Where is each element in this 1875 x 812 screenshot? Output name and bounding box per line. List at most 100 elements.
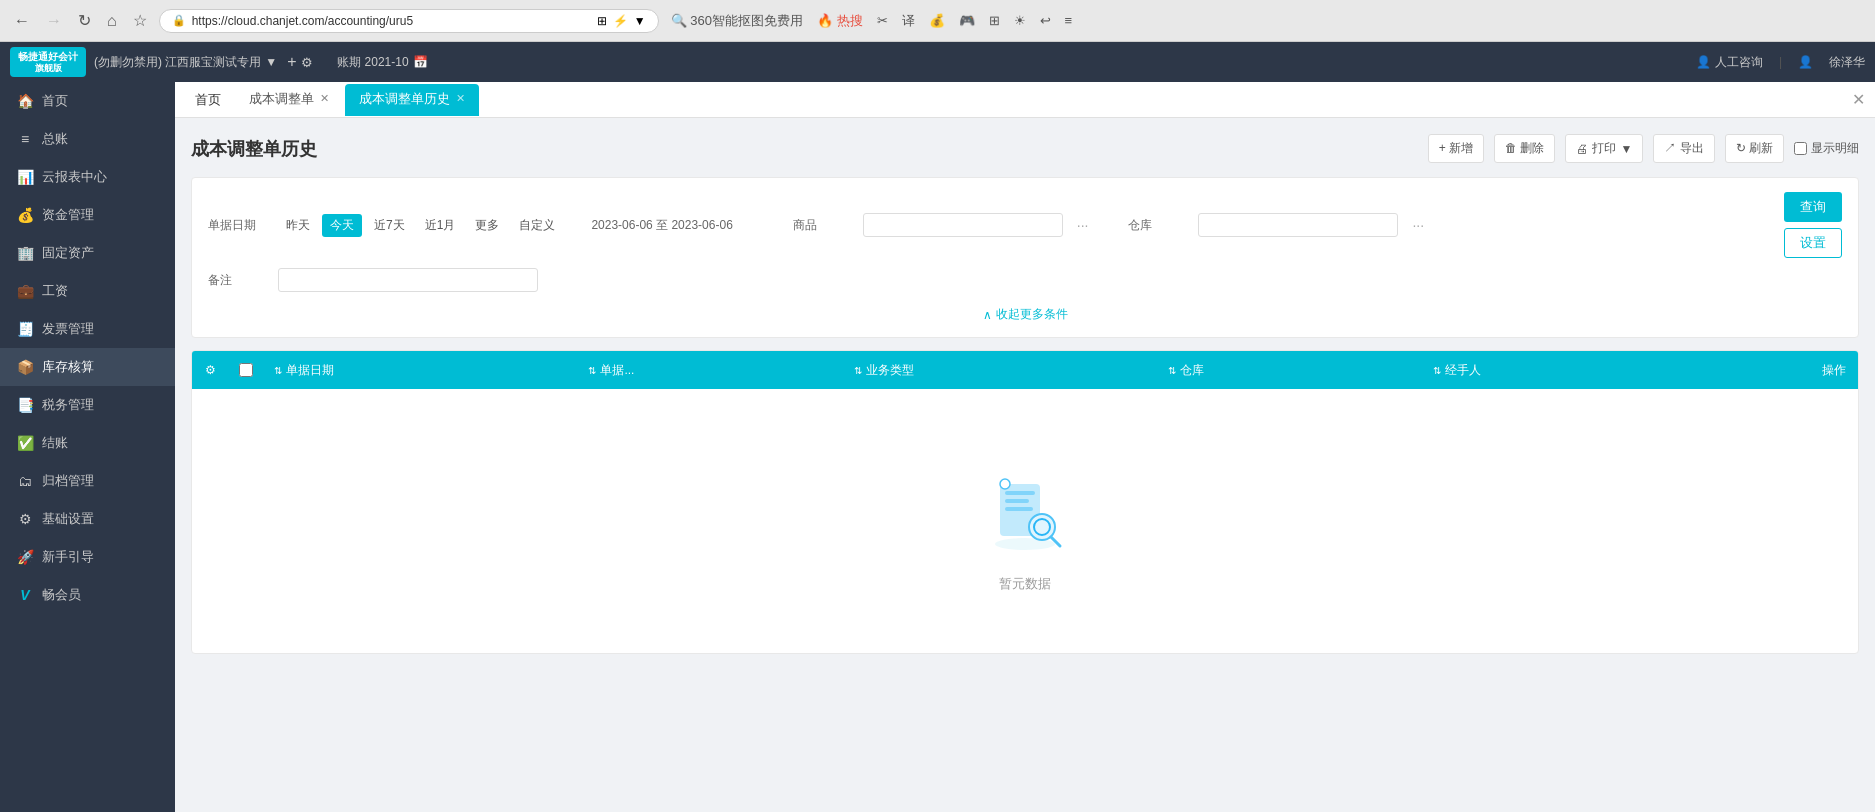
- sidebar-item-member[interactable]: V 畅会员: [0, 576, 175, 614]
- sidebar-label-salary: 工资: [42, 282, 68, 300]
- sidebar-item-archive[interactable]: 🗂 归档管理: [0, 462, 175, 500]
- sort-icon-biz-type: ⇅: [854, 365, 862, 376]
- brightness-tool[interactable]: ☀: [1010, 11, 1030, 30]
- select-all-checkbox[interactable]: [239, 363, 253, 377]
- sidebar-item-inventory[interactable]: 📦 库存核算: [0, 348, 175, 386]
- company-dropdown[interactable]: ▼: [265, 55, 277, 69]
- sidebar-item-guide[interactable]: 🚀 新手引导: [0, 538, 175, 576]
- consult-btn[interactable]: 👤 人工咨询: [1696, 54, 1763, 71]
- data-table: ⚙ ⇅ 单据日期 ⇅ 单据... ⇅ 业务类型: [191, 350, 1859, 654]
- hot-search[interactable]: 🔥 热搜: [813, 10, 867, 32]
- setting-button[interactable]: 设置: [1784, 228, 1842, 258]
- th-warehouse-label: 仓库: [1180, 362, 1204, 379]
- calendar-icon[interactable]: 📅: [413, 55, 428, 69]
- menu-tool[interactable]: ≡: [1061, 11, 1077, 30]
- sidebar-item-reports[interactable]: 📊 云报表中心: [0, 158, 175, 196]
- goods-input[interactable]: [863, 213, 1063, 237]
- consult-icon: 👤: [1696, 55, 1711, 69]
- sidebar-label-archive: 归档管理: [42, 472, 94, 490]
- sidebar-label-reports: 云报表中心: [42, 168, 107, 186]
- tab-home[interactable]: 首页: [185, 85, 231, 115]
- wallet-tool[interactable]: 💰: [925, 11, 949, 30]
- back-button[interactable]: ←: [10, 10, 34, 32]
- tab-cost-adjust[interactable]: 成本调整单 ✕: [235, 84, 343, 116]
- app-header: 畅捷通好会计 旗舰版 (勿删勿禁用) 江西服宝测试专用 ▼ + ⚙ 账期 202…: [0, 42, 1875, 82]
- date-tab-today[interactable]: 今天: [322, 214, 362, 237]
- th-settings[interactable]: ⚙: [192, 363, 228, 377]
- logo-bottom-text: 旗舰版: [35, 63, 62, 74]
- checkout-icon: ✅: [16, 435, 34, 451]
- search-tool[interactable]: 🔍 360智能抠图免费用: [667, 10, 807, 32]
- goods-more-icon[interactable]: ···: [1077, 217, 1089, 233]
- th-warehouse[interactable]: ⇅ 仓库: [1158, 362, 1423, 379]
- th-date[interactable]: ⇅ 单据日期: [264, 362, 578, 379]
- date-tab-7days[interactable]: 近7天: [366, 214, 413, 237]
- svg-rect-3: [1005, 499, 1029, 503]
- url-text: https://cloud.chanjet.com/accounting/uru…: [192, 14, 591, 28]
- th-handler[interactable]: ⇅ 经手人: [1423, 362, 1688, 379]
- th-biz-type[interactable]: ⇅ 业务类型: [844, 362, 1158, 379]
- warehouse-more-icon[interactable]: ···: [1412, 217, 1424, 233]
- print-button[interactable]: 🖨 打印 ▼: [1565, 134, 1643, 163]
- th-check[interactable]: [228, 363, 264, 377]
- note-input[interactable]: [278, 268, 538, 292]
- show-detail-checkbox[interactable]: [1794, 142, 1807, 155]
- th-number[interactable]: ⇅ 单据...: [578, 362, 843, 379]
- print-icon: 🖨: [1576, 142, 1588, 156]
- game-tool[interactable]: 🎮: [955, 11, 979, 30]
- tab-cost-adjust-history-close[interactable]: ✕: [456, 92, 465, 105]
- close-all-btn[interactable]: ✕: [1852, 90, 1865, 109]
- warehouse-input[interactable]: [1198, 213, 1398, 237]
- company-settings-icon[interactable]: ⚙: [301, 55, 313, 70]
- sidebar-item-home[interactable]: 🏠 首页: [0, 82, 175, 120]
- collapse-button[interactable]: ∧ 收起更多条件: [983, 306, 1068, 323]
- sidebar-item-invoice[interactable]: 🧾 发票管理: [0, 310, 175, 348]
- scissors-tool[interactable]: ✂: [873, 11, 892, 30]
- sidebar-item-fixed-assets[interactable]: 🏢 固定资产: [0, 234, 175, 272]
- query-button[interactable]: 查询: [1784, 192, 1842, 222]
- ledger-icon: ≡: [16, 131, 34, 147]
- address-bar[interactable]: 🔒 https://cloud.chanjet.com/accounting/u…: [159, 9, 659, 33]
- sidebar-item-funds[interactable]: 💰 资金管理: [0, 196, 175, 234]
- bookmark-button[interactable]: ☆: [129, 9, 151, 32]
- page-title-bar: 成本调整单历史 + 新增 🗑 删除 🖨 打印 ▼ ↗ 导出 ↻ 刷新 显示明细: [191, 134, 1859, 163]
- date-tab-custom[interactable]: 自定义: [511, 214, 563, 237]
- sidebar-item-salary[interactable]: 💼 工资: [0, 272, 175, 310]
- forward-button[interactable]: →: [42, 10, 66, 32]
- inventory-icon: 📦: [16, 359, 34, 375]
- lock-icon: 🔒: [172, 14, 186, 27]
- date-tab-1month[interactable]: 近1月: [417, 214, 464, 237]
- header-divider: |: [1779, 55, 1782, 69]
- sidebar-item-base-settings[interactable]: ⚙ 基础设置: [0, 500, 175, 538]
- apps-tool[interactable]: ⊞: [985, 11, 1004, 30]
- period-value: 2021-10: [365, 55, 409, 69]
- page-content: 成本调整单历史 + 新增 🗑 删除 🖨 打印 ▼ ↗ 导出 ↻ 刷新 显示明细: [175, 118, 1875, 812]
- delete-button[interactable]: 🗑 删除: [1494, 134, 1555, 163]
- refresh-button-toolbar[interactable]: ↻ 刷新: [1725, 134, 1784, 163]
- export-button[interactable]: ↗ 导出: [1653, 134, 1714, 163]
- tab-cost-adjust-history[interactable]: 成本调整单历史 ✕: [345, 84, 479, 116]
- sidebar-label-funds: 资金管理: [42, 206, 94, 224]
- tab-cost-adjust-close[interactable]: ✕: [320, 92, 329, 105]
- dropdown-icon[interactable]: ▼: [634, 14, 646, 28]
- date-tab-more[interactable]: 更多: [467, 214, 507, 237]
- date-tab-yesterday[interactable]: 昨天: [278, 214, 318, 237]
- sidebar-label-tax: 税务管理: [42, 396, 94, 414]
- show-detail-checkbox-wrap[interactable]: 显示明细: [1794, 140, 1859, 157]
- date-filter-label: 单据日期: [208, 217, 258, 234]
- sidebar-item-tax[interactable]: 📑 税务管理: [0, 386, 175, 424]
- warehouse-filter-wrap: ···: [1198, 213, 1424, 237]
- add-company-btn[interactable]: +: [287, 53, 296, 71]
- sidebar-item-checkout[interactable]: ✅ 结账: [0, 424, 175, 462]
- sidebar-item-ledger[interactable]: ≡ 总账: [0, 120, 175, 158]
- home-button[interactable]: ⌂: [103, 10, 121, 32]
- sidebar-label-base-settings: 基础设置: [42, 510, 94, 528]
- app-body: 🏠 首页 ≡ 总账 📊 云报表中心 💰 资金管理 🏢 固定资产 💼 工资 🧾 发…: [0, 82, 1875, 812]
- undo-tool[interactable]: ↩: [1036, 11, 1055, 30]
- new-button[interactable]: + 新增: [1428, 134, 1484, 163]
- sidebar: 🏠 首页 ≡ 总账 📊 云报表中心 💰 资金管理 🏢 固定资产 💼 工资 🧾 发…: [0, 82, 175, 812]
- refresh-button[interactable]: ↻: [74, 9, 95, 32]
- translate-tool[interactable]: 译: [898, 10, 919, 32]
- goods-filter-label: 商品: [793, 217, 843, 234]
- print-dropdown-icon[interactable]: ▼: [1620, 142, 1632, 156]
